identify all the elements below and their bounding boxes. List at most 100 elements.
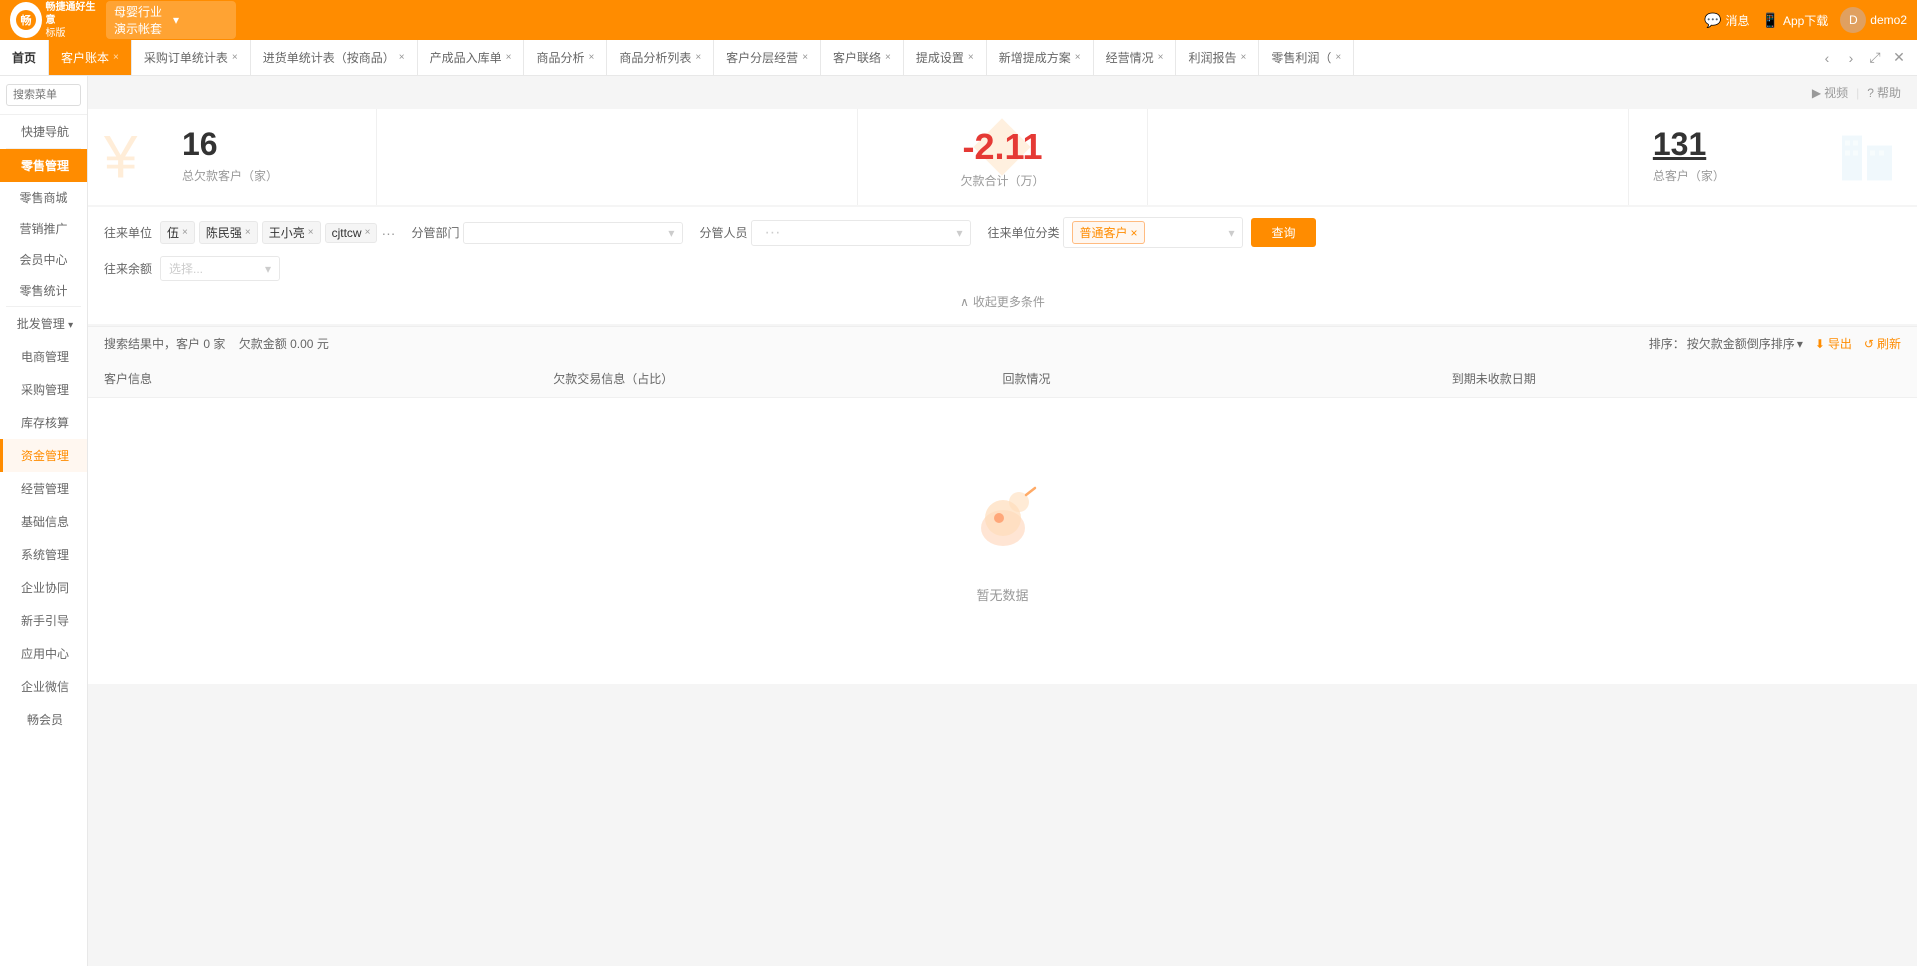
tab-close-icon[interactable]: × <box>885 52 891 63</box>
company-dropdown[interactable]: 母婴行业演示帐套 ▾ <box>106 1 236 39</box>
sidebar-item-capital-mgmt[interactable]: 资金管理 <box>0 439 87 472</box>
unit-type-tag-close[interactable]: × <box>1131 226 1138 240</box>
tab-close-icon[interactable]: × <box>802 52 808 63</box>
dept-filter-label: 分管部门 <box>411 224 459 241</box>
sidebar-item-wholesale-mgmt[interactable]: 批发管理 ▾ <box>0 307 87 340</box>
stats-row: ¥ 16 总欠款客户（家） -2.11 欠款合计（万） <box>88 109 1917 205</box>
sidebar-item-vip-member[interactable]: 畅会员 <box>0 703 87 736</box>
person-chevron-icon: ▾ <box>956 226 962 240</box>
sidebar-item-ecommerce-mgmt[interactable]: 电商管理 <box>0 340 87 373</box>
tab-close-all-btn[interactable]: ✕ <box>1889 48 1909 68</box>
sidebar-item-basic-info[interactable]: 基础信息 <box>0 505 87 538</box>
filter-more-btn[interactable]: ··· <box>381 225 395 241</box>
sidebar-item-retail-stats[interactable]: 零售统计 <box>0 275 87 306</box>
tab-left-btn[interactable]: ‹ <box>1817 48 1837 68</box>
tab-close-icon[interactable]: × <box>1075 52 1081 63</box>
stat-label-debt: 欠款合计（万） <box>960 172 1044 189</box>
message-btn[interactable]: 💬 消息 <box>1704 12 1749 29</box>
mobile-icon: 📱 <box>1762 12 1779 29</box>
tag-close-chen[interactable]: × <box>245 227 251 238</box>
table-header: 客户信息 欠款交易信息（占比） 回款情况 到期未收款日期 <box>88 360 1917 398</box>
top-bar: 畅 畅捷通好生意 标版 母婴行业演示帐套 ▾ 💬 消息 📱 App下载 D <box>0 0 1917 40</box>
tag-close-cj[interactable]: × <box>365 227 371 238</box>
tab-product-inbound[interactable]: 产成品入库单 × <box>418 40 525 76</box>
main-area: 快捷导航 零售管理 零售商城 营销推广 会员中心 零售统计 批发管理 ▾ <box>0 76 1917 966</box>
data-table: 客户信息 欠款交易信息（占比） 回款情况 到期未收款日期 <box>88 360 1917 684</box>
tab-close-icon[interactable]: × <box>1335 52 1341 63</box>
tag-close-wu[interactable]: × <box>182 227 188 238</box>
sidebar-item-retail-mgmt[interactable]: 零售管理 <box>0 149 87 182</box>
collapse-button[interactable]: ∧ 收起更多条件 <box>960 289 1045 314</box>
tab-expand-btn[interactable]: ⤢ <box>1865 48 1885 68</box>
tab-business-situation[interactable]: 经营情况 × <box>1094 40 1177 76</box>
video-link[interactable]: ▶ 视频 <box>1812 84 1848 101</box>
tab-close-icon[interactable]: × <box>588 52 594 63</box>
sidebar-item-enterprise-collab[interactable]: 企业协同 <box>0 571 87 604</box>
tab-increase-settings[interactable]: 提成设置 × <box>904 40 987 76</box>
message-icon: 💬 <box>1704 12 1721 29</box>
tab-customer-account[interactable]: 客户账本 × <box>49 40 132 76</box>
user-avatar[interactable]: D demo2 <box>1840 7 1907 33</box>
filter-row-1: 往来单位 伍 × 陈民强 × 王小亮 × <box>104 217 1901 248</box>
stat-total-clients: 131 总客户（家） <box>1628 109 1917 205</box>
tab-new-increase[interactable]: 新增提成方案 × <box>987 40 1094 76</box>
app-download-btn[interactable]: 📱 App下载 <box>1762 12 1829 29</box>
unit-type-dropdown[interactable]: 普通客户 × ▾ <box>1063 217 1243 248</box>
sidebar-search-area <box>0 76 87 115</box>
export-button[interactable]: ⬇ 导出 <box>1815 335 1852 352</box>
sidebar-item-enterprise-wechat[interactable]: 企业微信 <box>0 670 87 703</box>
person-dropdown[interactable]: ··· ▾ <box>751 220 971 246</box>
sidebar-item-member-center[interactable]: 会员中心 <box>0 244 87 275</box>
tab-close-icon[interactable]: × <box>1240 52 1246 63</box>
sidebar-item-operations-mgmt[interactable]: 经营管理 <box>0 472 87 505</box>
sidebar-item-new-guide[interactable]: 新手引导 <box>0 604 87 637</box>
sidebar-item-app-center[interactable]: 应用中心 <box>0 637 87 670</box>
stat-spacer-1 <box>377 109 857 205</box>
sort-chevron-icon: ▾ <box>1797 337 1803 351</box>
tab-product-analysis[interactable]: 商品分析 × <box>524 40 607 76</box>
sidebar-item-system-mgmt[interactable]: 系统管理 <box>0 538 87 571</box>
stat-number-customers: 16 <box>182 125 218 163</box>
help-link[interactable]: ? 帮助 <box>1867 84 1901 101</box>
tab-close-icon[interactable]: × <box>399 52 405 63</box>
sidebar-item-inventory-check[interactable]: 库存核算 <box>0 406 87 439</box>
sidebar-item-marketing[interactable]: 营销推广 <box>0 213 87 244</box>
logo-icon: 畅 <box>10 2 42 38</box>
tab-customer-segmentation[interactable]: 客户分层经营 × <box>714 40 821 76</box>
tab-close-icon[interactable]: × <box>113 52 119 63</box>
refresh-button[interactable]: ↺ 刷新 <box>1864 335 1901 352</box>
tab-close-icon[interactable]: × <box>968 52 974 63</box>
stat-number-debt: -2.11 <box>962 125 1042 168</box>
tag-close-wang[interactable]: × <box>308 227 314 238</box>
dept-dropdown[interactable]: ▾ <box>463 222 683 244</box>
tab-close-icon[interactable]: × <box>232 52 238 63</box>
sidebar-search-input[interactable] <box>6 84 81 106</box>
results-bar: 搜索结果中，客户 0 家 欠款金额 0.00 元 排序： 按欠款金额倒序排序 ▾ <box>88 326 1917 360</box>
dept-filter: 分管部门 ▾ <box>411 222 683 244</box>
sidebar-item-retail-mall[interactable]: 零售商城 <box>0 182 87 213</box>
sort-dropdown[interactable]: 排序： 按欠款金额倒序排序 ▾ <box>1649 335 1803 352</box>
balance-dropdown[interactable]: 选择... ▾ <box>160 256 280 281</box>
balance-filter-label: 往来余额 <box>104 260 152 277</box>
tab-close-icon[interactable]: × <box>695 52 701 63</box>
unit-filter-label: 往来单位 <box>104 224 152 241</box>
tab-purchase-order[interactable]: 采购订单统计表 × <box>132 40 251 76</box>
video-help-bar: ▶ 视频 | ? 帮助 <box>88 76 1917 109</box>
tab-close-icon[interactable]: × <box>506 52 512 63</box>
collapse-row: ∧ 收起更多条件 <box>104 289 1901 314</box>
tab-right-btn[interactable]: › <box>1841 48 1861 68</box>
stat-spacer-2 <box>1148 109 1628 205</box>
tab-profit-report[interactable]: 利润报告 × <box>1176 40 1259 76</box>
tab-home[interactable]: 首页 <box>0 40 49 76</box>
tab-retail-profit[interactable]: 零售利润（ × <box>1259 40 1354 76</box>
stat-label-clients: 总客户（家） <box>1653 167 1725 184</box>
filter-tag-wang: 王小亮 × <box>262 221 321 244</box>
filter-tag-wu: 伍 × <box>160 221 195 244</box>
sidebar-item-purchase-mgmt[interactable]: 采购管理 <box>0 373 87 406</box>
sidebar-item-quick-nav[interactable]: 快捷导航 <box>0 115 87 148</box>
query-button[interactable]: 查询 <box>1251 218 1315 247</box>
tab-customer-contact[interactable]: 客户联络 × <box>821 40 904 76</box>
tab-close-icon[interactable]: × <box>1158 52 1164 63</box>
tab-product-analysis-list[interactable]: 商品分析列表 × <box>607 40 714 76</box>
tab-purchase-stat[interactable]: 进货单统计表（按商品） × <box>251 40 418 76</box>
